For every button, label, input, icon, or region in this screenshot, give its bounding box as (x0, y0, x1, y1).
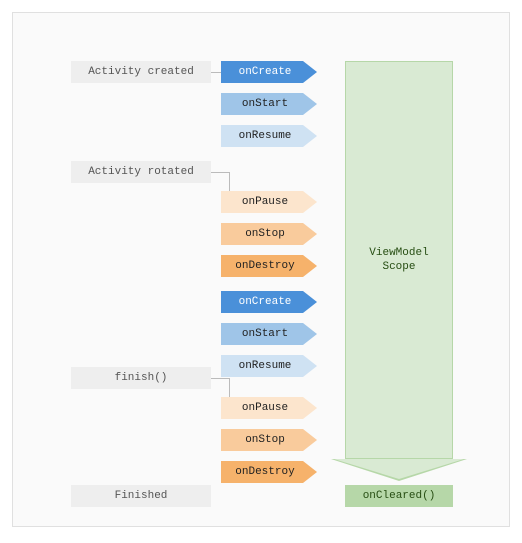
oncleared-box: onCleared() (345, 485, 453, 507)
lifecycle-onresume: onResume (221, 355, 317, 377)
arrow-head-icon (303, 355, 317, 377)
lifecycle-oncreate: onCreate (221, 61, 317, 83)
lifecycle-onresume: onResume (221, 125, 317, 147)
arrow-head-icon (303, 291, 317, 313)
arrow-head-icon (303, 191, 317, 213)
connector (211, 378, 229, 379)
state-label: Activity created (88, 66, 194, 78)
lifecycle-onstart: onStart (221, 93, 317, 115)
arrow-head-icon (303, 255, 317, 277)
lifecycle-label: onResume (239, 360, 300, 372)
lifecycle-label: onPause (242, 402, 296, 414)
lifecycle-onstop: onStop (221, 429, 317, 451)
connector (229, 172, 230, 192)
lifecycle-label: onDestroy (235, 260, 302, 272)
lifecycle-onstart: onStart (221, 323, 317, 345)
state-finished: Finished (71, 485, 211, 507)
lifecycle-label: onStart (242, 98, 296, 110)
arrow-head-icon (303, 429, 317, 451)
state-label: Activity rotated (88, 166, 194, 178)
lifecycle-label: onResume (239, 130, 300, 142)
scope-title: ViewModel Scope (369, 246, 428, 275)
state-rotated: Activity rotated (71, 161, 211, 183)
diagram-canvas: Activity created Activity rotated finish… (12, 12, 510, 527)
lifecycle-onstop: onStop (221, 223, 317, 245)
lifecycle-onpause: onPause (221, 397, 317, 419)
state-label: Finished (115, 490, 168, 502)
connector (211, 172, 229, 173)
lifecycle-label: onDestroy (235, 466, 302, 478)
lifecycle-label: onPause (242, 196, 296, 208)
state-label: finish() (115, 372, 168, 384)
connector (229, 378, 230, 398)
connector (211, 72, 221, 73)
lifecycle-ondestroy: onDestroy (221, 461, 317, 483)
scope-arrowhead-inner (334, 459, 464, 479)
arrow-head-icon (303, 461, 317, 483)
lifecycle-label: onCreate (239, 296, 300, 308)
state-created: Activity created (71, 61, 211, 83)
lifecycle-ondestroy: onDestroy (221, 255, 317, 277)
lifecycle-label: onStop (245, 228, 293, 240)
lifecycle-onpause: onPause (221, 191, 317, 213)
lifecycle-oncreate: onCreate (221, 291, 317, 313)
oncleared-label: onCleared() (363, 490, 436, 502)
lifecycle-label: onStop (245, 434, 293, 446)
arrow-head-icon (303, 397, 317, 419)
arrow-head-icon (303, 125, 317, 147)
arrow-head-icon (303, 61, 317, 83)
lifecycle-label: onStart (242, 328, 296, 340)
arrow-head-icon (303, 223, 317, 245)
arrow-head-icon (303, 323, 317, 345)
viewmodel-scope-bar: ViewModel Scope (345, 61, 453, 459)
arrow-head-icon (303, 93, 317, 115)
lifecycle-label: onCreate (239, 66, 300, 78)
state-finish: finish() (71, 367, 211, 389)
